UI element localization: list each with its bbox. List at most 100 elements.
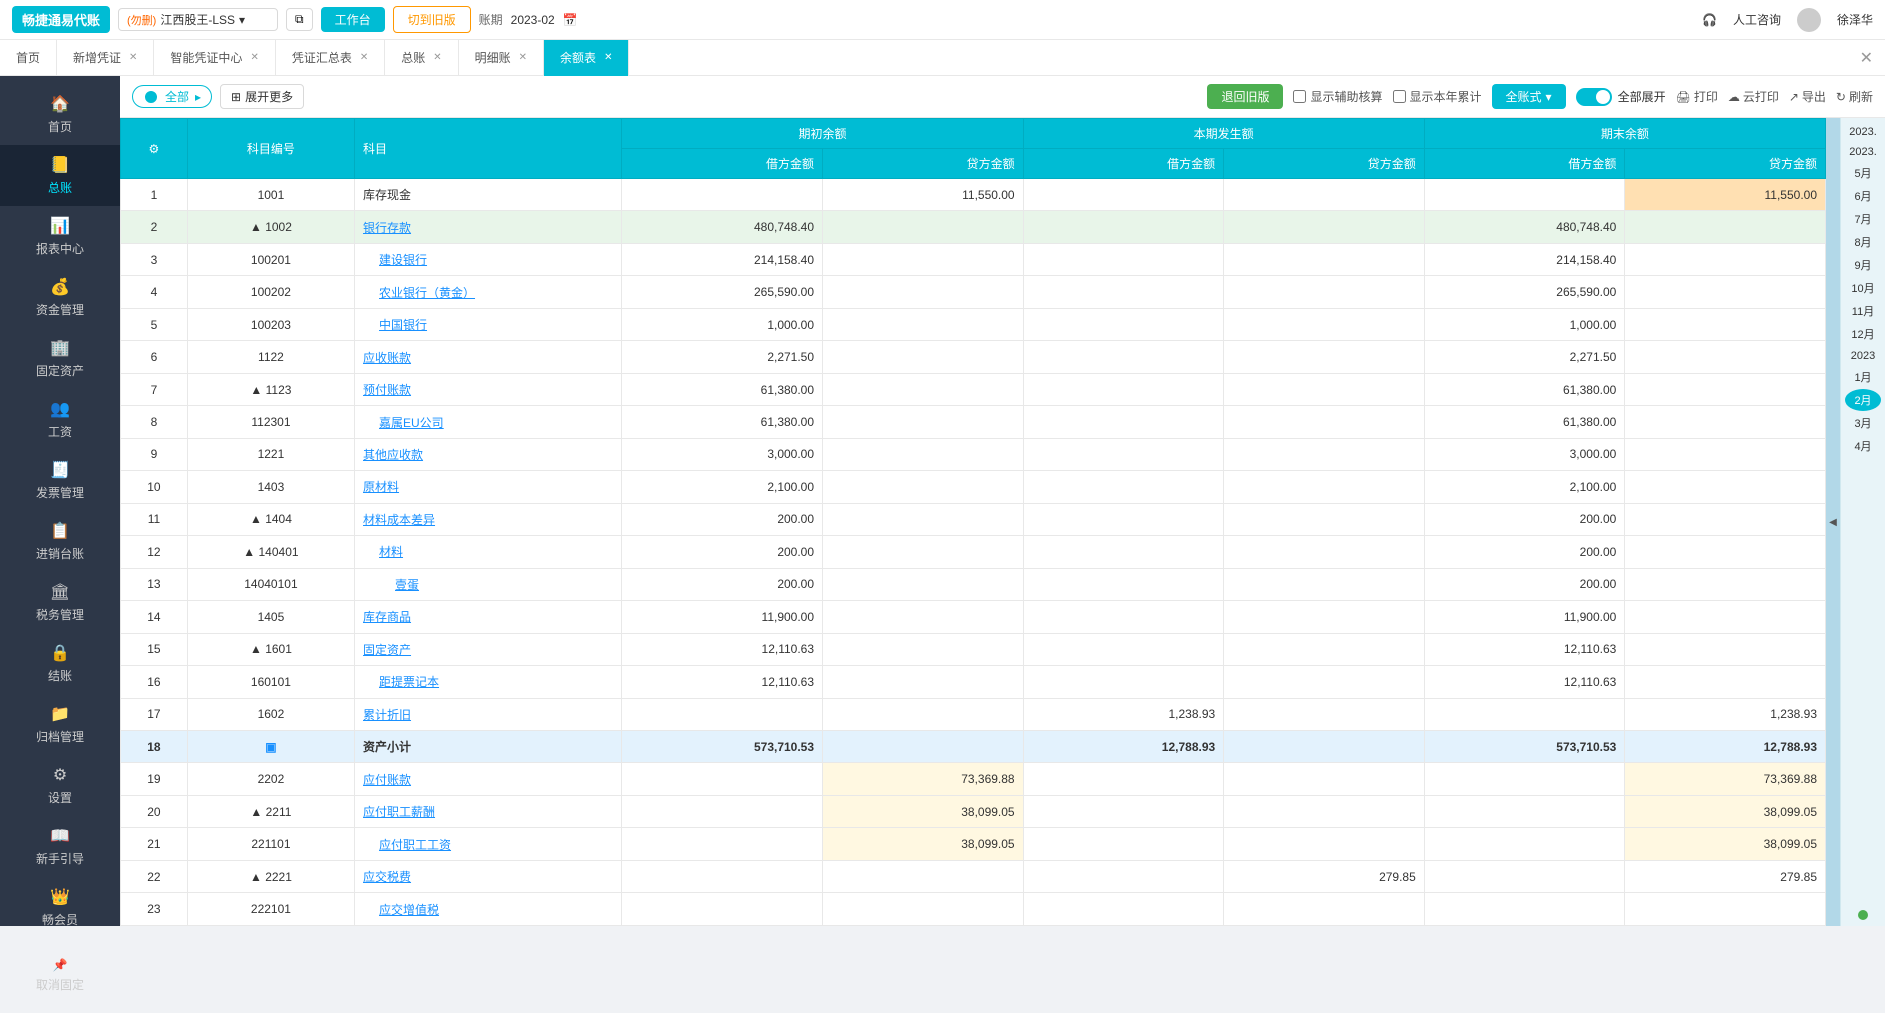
row-name[interactable]: 距提票记本 — [355, 666, 622, 698]
account-name-link[interactable]: 应付账款 — [363, 773, 411, 787]
month-5[interactable]: 5月 — [1845, 162, 1881, 184]
account-name-link[interactable]: 壹蛋 — [395, 578, 419, 592]
sidebar-item-home[interactable]: 🏠 首页 — [0, 84, 120, 145]
right-panel-collapse-arrow[interactable]: ◀ — [1826, 118, 1840, 926]
sidebar-item-invoice[interactable]: 🧾 发票管理 — [0, 450, 120, 511]
row-name[interactable]: 材料成本差异 — [355, 503, 622, 535]
account-name-link[interactable]: 应交增值税 — [379, 903, 439, 917]
account-name-link[interactable]: 应交税费 — [363, 870, 411, 884]
row-name[interactable]: 农业银行（黄金） — [355, 276, 622, 308]
settings-gear-icon[interactable]: ⚙ — [149, 142, 160, 156]
row-name[interactable]: 建设银行 — [355, 243, 622, 275]
account-name-link[interactable]: 应付职工工资 — [379, 838, 451, 852]
tab-ledger[interactable]: 总账 ✕ — [385, 40, 458, 76]
workbench-button[interactable]: 工作台 — [321, 7, 385, 32]
calendar-icon[interactable]: 📅 — [563, 13, 578, 27]
show-ytd-checkbox[interactable]: 显示本年累计 — [1393, 88, 1482, 105]
tab-close-icon[interactable]: ✕ — [519, 40, 527, 76]
account-name-link[interactable]: 原材料 — [363, 480, 399, 494]
row-name[interactable]: 中国银行 — [355, 308, 622, 340]
switch-old-version-button[interactable]: 切到旧版 — [393, 6, 471, 33]
consult-label[interactable]: 人工咨询 — [1733, 11, 1781, 28]
row-name[interactable]: 固定资产 — [355, 633, 622, 665]
month-11[interactable]: 11月 — [1845, 300, 1881, 322]
row-name[interactable]: 应付账款 — [355, 763, 622, 795]
tab-close-icon[interactable]: ✕ — [433, 40, 441, 76]
export-button[interactable]: ↗ 导出 — [1789, 88, 1826, 105]
sidebar-item-assets[interactable]: 🏢 固定资产 — [0, 328, 120, 389]
sidebar-item-member[interactable]: 👑 畅会员 — [0, 877, 120, 938]
tab-close-icon[interactable]: ✕ — [250, 40, 258, 76]
company-copy-button[interactable]: ⧉ — [286, 8, 313, 31]
row-name[interactable]: 应付职工薪酬 — [355, 795, 622, 827]
account-name-link[interactable]: 应付职工薪酬 — [363, 805, 435, 819]
sidebar-item-purchase[interactable]: 📋 进销台账 — [0, 511, 120, 572]
sidebar-item-settings[interactable]: ⚙ 设置 — [0, 755, 120, 816]
tab-close-icon[interactable]: ✕ — [360, 40, 368, 76]
row-name[interactable]: 银行存款 — [355, 211, 622, 243]
expand-more-button[interactable]: ⊞ 展开更多 — [220, 84, 304, 109]
account-name-link[interactable]: 银行存款 — [363, 221, 411, 235]
sidebar-item-archive[interactable]: 📁 归档管理 — [0, 694, 120, 755]
month-7[interactable]: 7月 — [1845, 208, 1881, 230]
show-ytd-input[interactable] — [1393, 90, 1406, 103]
account-name-link[interactable]: 距提票记本 — [379, 675, 439, 689]
tab-home[interactable]: 首页 — [0, 40, 57, 76]
account-name-link[interactable]: 累计折旧 — [363, 708, 411, 722]
row-name[interactable]: 壹蛋 — [355, 568, 622, 600]
sidebar-item-funds[interactable]: 💰 资金管理 — [0, 267, 120, 328]
tab-detail[interactable]: 明细账 ✕ — [459, 40, 544, 76]
account-name-link[interactable]: 建设银行 — [379, 253, 427, 267]
account-name-link[interactable]: 农业银行（黄金） — [379, 286, 475, 300]
sidebar-item-guide[interactable]: 📖 新手引导 — [0, 816, 120, 877]
account-name-link[interactable]: 中国银行 — [379, 318, 427, 332]
month-12[interactable]: 12月 — [1845, 323, 1881, 345]
cloud-print-button[interactable]: ☁ 云打印 — [1728, 88, 1779, 105]
month-10[interactable]: 10月 — [1845, 277, 1881, 299]
row-name[interactable]: 应交税费 — [355, 860, 622, 892]
row-name[interactable]: 应交增值税 — [355, 893, 622, 926]
tab-voucher-summary[interactable]: 凭证汇总表 ✕ — [276, 40, 385, 76]
tab-smart-voucher[interactable]: 智能凭证中心 ✕ — [154, 40, 275, 76]
filter-all-group[interactable]: 全部 ▸ — [132, 85, 212, 108]
month-9[interactable]: 9月 — [1845, 254, 1881, 276]
company-selector[interactable]: (勿删) 江西股王-LSS ▾ — [118, 8, 278, 31]
month-6[interactable]: 6月 — [1845, 185, 1881, 207]
tab-close-icon[interactable]: ✕ — [604, 40, 612, 76]
row-name[interactable]: 累计折旧 — [355, 698, 622, 730]
account-name-link[interactable]: 材料成本差异 — [363, 513, 435, 527]
row-name[interactable]: 预付账款 — [355, 373, 622, 405]
account-name-link[interactable]: 库存商品 — [363, 610, 411, 624]
row-name[interactable]: 原材料 — [355, 471, 622, 503]
return-old-version-button[interactable]: 退回旧版 — [1207, 84, 1283, 109]
expand-all-toggle[interactable]: 全部展开 — [1576, 88, 1666, 106]
account-name-link[interactable]: 其他应收款 — [363, 448, 423, 462]
row-name[interactable]: 应付职工工资 — [355, 828, 622, 860]
account-name-link[interactable]: 嘉属EU公司 — [379, 416, 444, 430]
row-name[interactable]: 材料 — [355, 536, 622, 568]
row-name[interactable]: 嘉属EU公司 — [355, 406, 622, 438]
show-assist-input[interactable] — [1293, 90, 1306, 103]
account-name-link[interactable]: 固定资产 — [363, 643, 411, 657]
tab-close-icon[interactable]: ✕ — [129, 40, 137, 76]
sidebar-item-tax[interactable]: 🏛 税务管理 — [0, 572, 120, 633]
account-name-link[interactable]: 预付账款 — [363, 383, 411, 397]
sidebar-item-close[interactable]: 🔒 结账 — [0, 633, 120, 694]
row-name[interactable]: 应收账款 — [355, 341, 622, 373]
tab-balance[interactable]: 余额表 ✕ — [544, 40, 629, 76]
sidebar-item-payroll[interactable]: 👥 工资 — [0, 389, 120, 450]
month-4[interactable]: 4月 — [1845, 435, 1881, 457]
toggle-switch-control[interactable] — [1576, 88, 1612, 106]
full-mode-button[interactable]: 全账式 ▾ — [1492, 84, 1566, 109]
refresh-button[interactable]: ↻ 刷新 — [1836, 88, 1873, 105]
month-1[interactable]: 1月 — [1845, 366, 1881, 388]
month-2[interactable]: 2月 — [1845, 389, 1881, 411]
tab-new-voucher[interactable]: 新增凭证 ✕ — [57, 40, 154, 76]
account-name-link[interactable]: 材料 — [379, 545, 403, 559]
close-all-tabs-button[interactable]: ✕ — [1848, 48, 1885, 68]
show-assist-checkbox[interactable]: 显示辅助核算 — [1293, 88, 1382, 105]
row-name[interactable]: 其他应收款 — [355, 438, 622, 470]
account-name-link[interactable]: 应收账款 — [363, 351, 411, 365]
month-8[interactable]: 8月 — [1845, 231, 1881, 253]
print-button[interactable]: 🖨 打印 — [1676, 88, 1718, 105]
